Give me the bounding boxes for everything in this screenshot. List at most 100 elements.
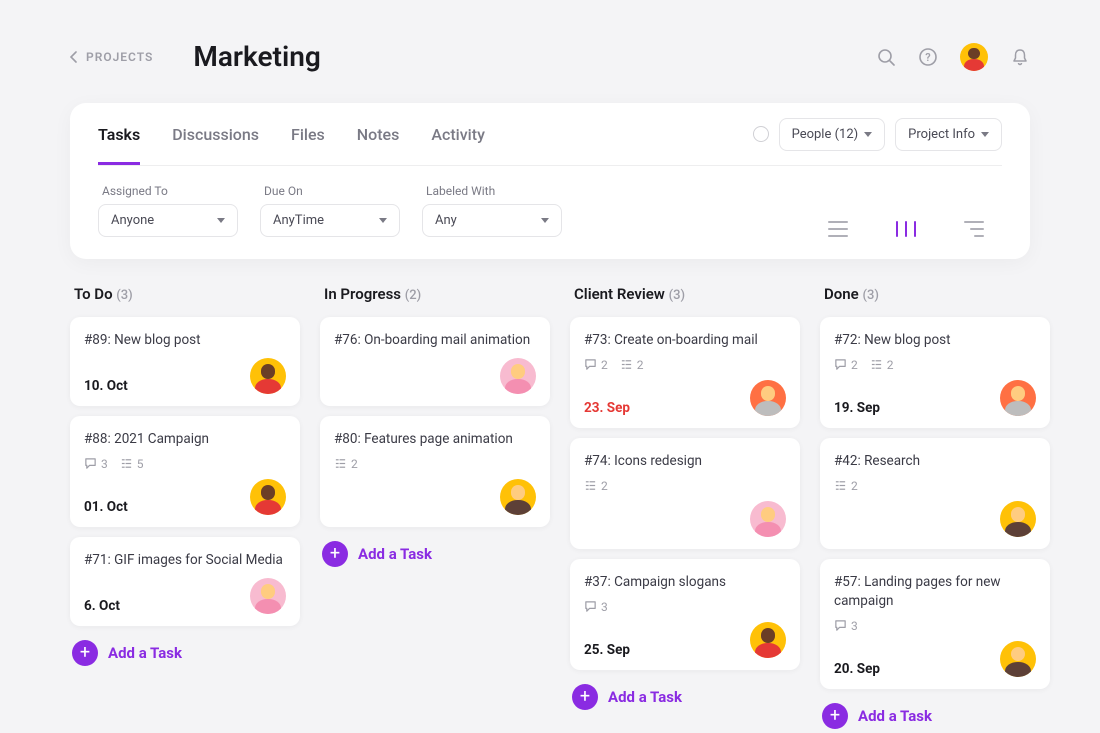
card-title: #74: Icons redesign [584,452,786,471]
card-footer: 6. Oct [84,578,286,614]
breadcrumb-label: PROJECTS [86,50,153,64]
add-task-button[interactable]: + Add a Task [320,541,550,567]
card-title: #37: Campaign slogans [584,573,786,592]
task-card[interactable]: #88: 2021 Campaign3501. Oct [70,416,300,527]
project-info-dropdown[interactable]: Project Info [895,118,1002,151]
card-date: 23. Sep [584,400,630,416]
tab-files[interactable]: Files [291,103,325,165]
comments-count: 2 [584,358,608,372]
add-task-button[interactable]: +Add a Task [570,684,800,710]
task-card[interactable]: #73: Create on-boarding mail2223. Sep [570,317,800,428]
card-meta: 2 [834,479,1036,493]
filters: Assigned To Anyone Due On AnyTime Labele… [98,184,562,237]
avatar [750,501,786,537]
search-icon[interactable] [876,47,896,67]
card-title: #89: New blog post [84,331,286,350]
card-title: #72: New blog post [834,331,1036,350]
column-title: To Do [74,285,113,303]
subtasks-count: 2 [334,457,358,471]
task-card[interactable]: #80: Features page animation 2 [320,416,550,527]
card-footer: 10. Oct [84,358,286,394]
card-meta: 22 [834,358,1036,372]
task-card[interactable]: #72: New blog post 22 19. Sep [820,317,1050,428]
tab-activity[interactable]: Activity [431,103,485,165]
filter-due-label: Due On [264,184,400,198]
tabs: Tasks Discussions Files Notes Activity [98,103,485,165]
filter-assigned-select[interactable]: Anyone [98,204,238,237]
card-date: 01. Oct [84,499,128,515]
avatar [1000,380,1036,416]
filter-labeled-label: Labeled With [426,184,562,198]
avatar [750,380,786,416]
subtasks-count: 2 [584,479,608,493]
topbar: PROJECTS Marketing ? [70,40,1030,73]
plus-icon: + [822,703,848,729]
breadcrumb[interactable]: PROJECTS [70,50,153,64]
list-view-icon[interactable] [828,221,848,237]
card-title: #71: GIF images for Social Media [84,551,286,570]
board-view-icon[interactable] [896,221,916,237]
comments-count: 3 [84,457,108,471]
task-card[interactable]: #42: Research2 [820,438,1050,549]
add-task-button[interactable]: +Add a Task [70,640,300,666]
column-title: Client Review [574,285,665,303]
add-task-label: Add a Task [358,545,432,563]
plus-icon: + [322,541,348,567]
card-date: 19. Sep [834,400,880,416]
column-header: To Do (3) [70,285,300,303]
add-task-button[interactable]: + Add a Task [820,703,1050,729]
task-card[interactable]: #74: Icons redesign 2 [570,438,800,549]
subtasks-count: 2 [834,479,858,493]
card-date: 6. Oct [84,598,120,614]
filters-row: Assigned To Anyone Due On AnyTime Labele… [98,166,1002,259]
avatar [250,578,286,614]
card-meta: 2 [334,457,536,471]
topbar-right: ? [876,43,1030,71]
card-footer: 19. Sep [834,380,1036,416]
tab-notes[interactable]: Notes [357,103,400,165]
card-title: #76: On-boarding mail animation [334,331,536,350]
card-meta: 2 [584,479,786,493]
card-footer: 01. Oct [84,479,286,515]
subtasks-count: 2 [870,358,894,372]
project-info-label: Project Info [908,127,975,142]
card-footer [834,501,1036,537]
chevron-down-icon [217,218,225,223]
card-date: 10. Oct [84,378,128,394]
avatar [250,479,286,515]
subtasks-count: 2 [620,358,644,372]
column-count: (3) [669,288,685,303]
filter-assigned-label: Assigned To [102,184,238,198]
card-meta: 22 [584,358,786,372]
column-header: Done (3) [820,285,1050,303]
comments-count: 3 [834,619,858,633]
column-count: (3) [116,288,132,303]
view-switcher [828,221,984,237]
status-dot[interactable] [753,126,769,142]
card-title: #80: Features page animation [334,430,536,449]
task-card[interactable]: #37: Campaign slogans325. Sep [570,559,800,670]
project-panel: Tasks Discussions Files Notes Activity Peopl… [70,103,1030,259]
add-task-label: Add a Task [108,644,182,662]
task-card[interactable]: #57: Landing pages for new campaign320. … [820,559,1050,689]
tab-discussions[interactable]: Discussions [172,103,259,165]
task-card[interactable]: #71: GIF images for Social Media 6. Oct [70,537,300,626]
card-title: #57: Landing pages for new campaign [834,573,1036,611]
card-footer: 23. Sep [584,380,786,416]
tab-tasks[interactable]: Tasks [98,103,140,165]
people-dropdown[interactable]: People (12) [779,118,886,151]
card-meta: 3 [834,619,1036,633]
filter-due-select[interactable]: AnyTime [260,204,400,237]
add-task-label: Add a Task [858,707,932,725]
help-icon[interactable]: ? [918,47,938,67]
filter-labeled-select[interactable]: Any [422,204,562,237]
task-card[interactable]: #89: New blog post 10. Oct [70,317,300,406]
card-meta: 3 [584,600,786,614]
bell-icon[interactable] [1010,47,1030,67]
task-card[interactable]: #76: On-boarding mail animation [320,317,550,406]
filter-labeled: Labeled With Any [422,184,562,237]
column: Client Review (3)#73: Create on-boarding… [570,285,800,729]
tabs-row: Tasks Discussions Files Notes Activity Peopl… [98,103,1002,166]
user-avatar[interactable] [960,43,988,71]
timeline-view-icon[interactable] [964,221,984,237]
